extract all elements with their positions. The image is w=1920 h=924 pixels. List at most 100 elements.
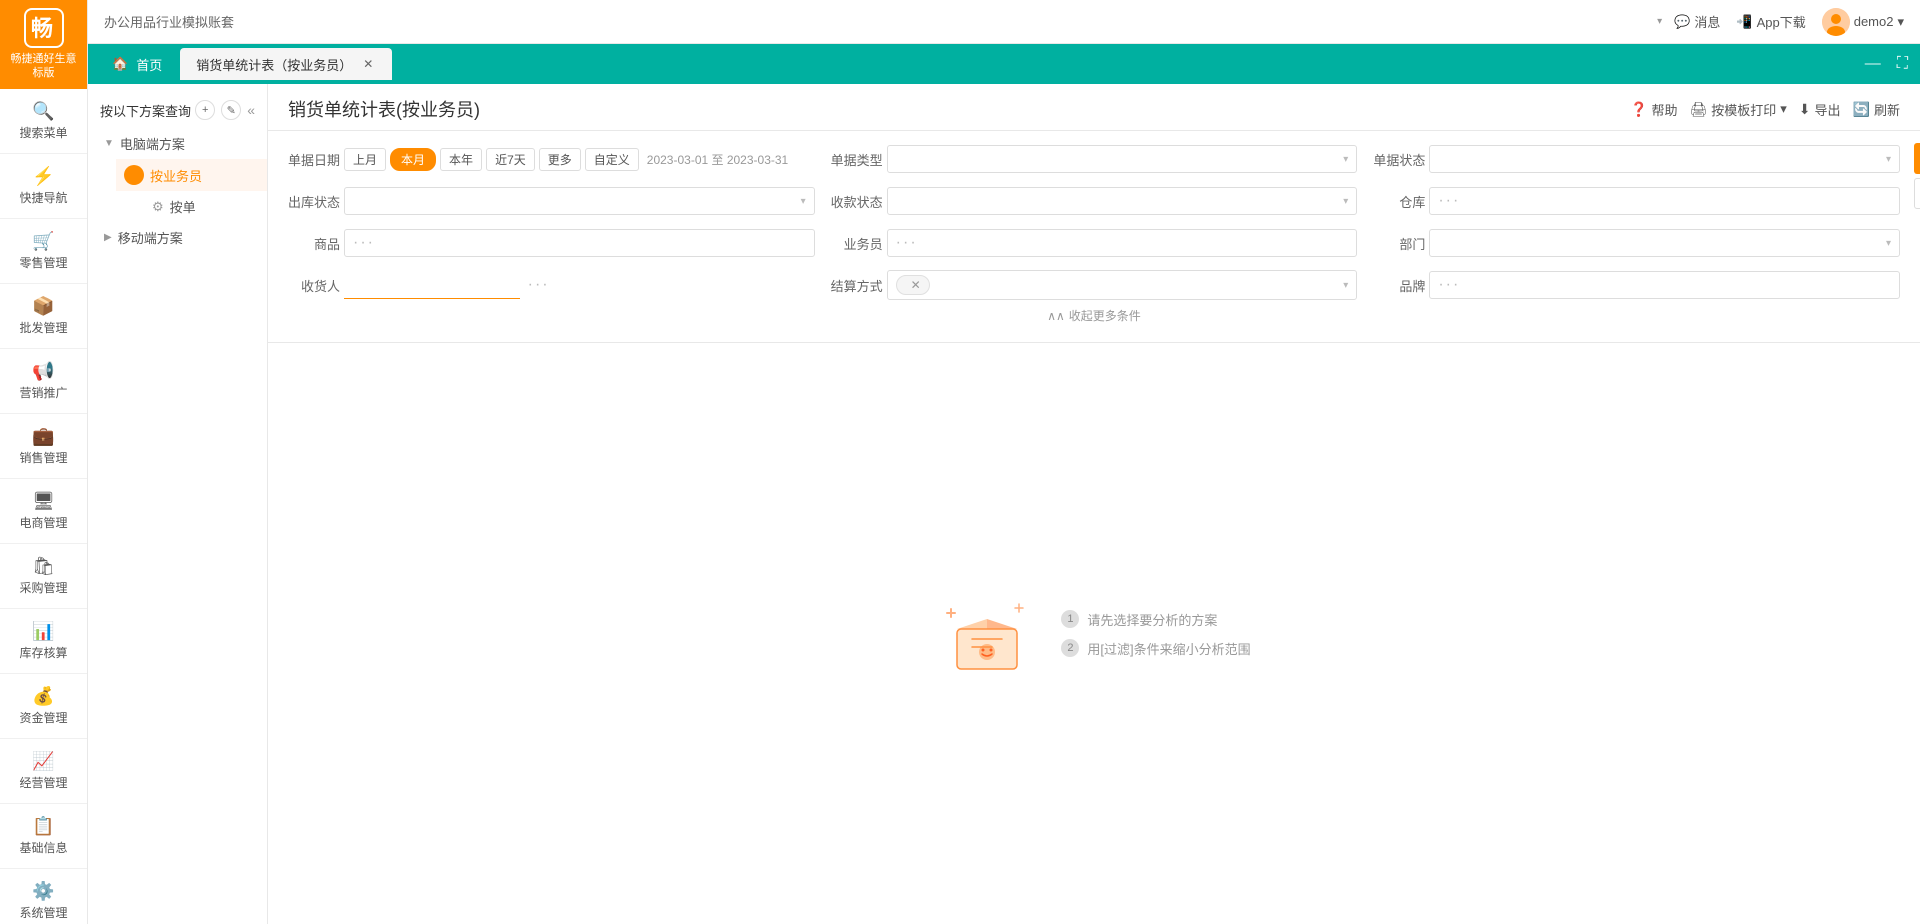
date-btn-this-year[interactable]: 本年	[440, 148, 482, 171]
sidebar-item-finance[interactable]: 💰 资金管理	[0, 674, 87, 739]
payment-method-tag-close[interactable]: ✕	[911, 278, 921, 292]
tree-child-salesperson[interactable]: 按业务员	[116, 159, 267, 191]
doc-type-select[interactable]: ▾	[887, 145, 1358, 173]
sidebar-item-quick-nav[interactable]: ⚡ 快捷导航	[0, 154, 87, 219]
ecom-icon: 🖥	[32, 491, 55, 512]
tab-report-close[interactable]: ✕	[360, 56, 376, 72]
sidebar-item-marketing[interactable]: 📢 营销推广	[0, 349, 87, 414]
payment-method-select[interactable]: ✕ ▾	[887, 270, 1358, 300]
help-action[interactable]: ❓ 帮助	[1630, 100, 1677, 119]
message-action[interactable]: 💬 消息	[1674, 12, 1720, 31]
receiver-dots: ···	[528, 276, 550, 293]
page-title: 销货单统计表(按业务员)	[288, 96, 480, 122]
user-dropdown-arrow: ▾	[1897, 14, 1904, 30]
out-status-label: 出库状态	[288, 192, 340, 211]
logo-area[interactable]: 畅 畅捷通好生意 标版	[0, 0, 87, 89]
out-status-select[interactable]: ▾	[344, 187, 815, 215]
sidebar-item-operations[interactable]: 📈 经营管理	[0, 739, 87, 804]
product-select[interactable]: ···	[344, 229, 815, 257]
tree-item-mobile[interactable]: ▶ 移动端方案	[88, 222, 267, 253]
user-profile[interactable]: demo2 ▾	[1822, 8, 1904, 36]
sales-icon: 💼	[32, 426, 54, 447]
receiver-control: ···	[344, 271, 815, 299]
print-dropdown[interactable]: ▾	[1780, 101, 1787, 117]
sidebar-item-retail-label: 零售管理	[19, 254, 67, 271]
date-label: 单据日期	[288, 150, 340, 169]
filter-item-date: 单据日期 上月 本月 本年 近7天 更多 自定义 2023-03-01 至 20…	[288, 143, 815, 175]
sub-item-icon: ⚙	[152, 199, 164, 215]
tab-maximize-btn[interactable]: ⛶	[1893, 51, 1912, 77]
brand-select[interactable]: ···	[1429, 271, 1900, 299]
warehouse-dots: ···	[1438, 192, 1460, 210]
panel-edit-btn[interactable]: ✎	[221, 100, 241, 120]
message-icon: 💬	[1674, 14, 1690, 30]
filter-row-1: 单据日期 上月 本月 本年 近7天 更多 自定义 2023-03-01 至 20…	[288, 143, 1900, 175]
sidebar: 畅 畅捷通好生意 标版 🔍 搜索菜单 ⚡ 快捷导航 🛒 零售管理 📦 批发管理 …	[0, 0, 88, 924]
marketing-icon: 📢	[32, 361, 54, 382]
sidebar-item-sales[interactable]: 💼 销售管理	[0, 414, 87, 479]
tree-children-desktop: 按业务员 ⚙ 按单	[88, 159, 267, 222]
message-label: 消息	[1694, 12, 1720, 31]
panel-header: 按以下方案查询 + ✎ «	[88, 92, 267, 128]
tree-child-by-order[interactable]: ⚙ 按单	[116, 191, 267, 222]
doc-status-control: ▾	[1429, 145, 1900, 173]
filter-item-warehouse: 仓库 ···	[1373, 185, 1900, 217]
sidebar-item-operations-label: 经营管理	[19, 774, 67, 791]
date-btn-last-month[interactable]: 上月	[344, 148, 386, 171]
brand-dots: ···	[1438, 276, 1460, 294]
app-download-action[interactable]: 📲 App下载	[1736, 12, 1805, 31]
warehouse-select[interactable]: ···	[1429, 187, 1900, 215]
tab-home[interactable]: 🏠 首页	[96, 48, 178, 80]
out-status-arrow: ▾	[801, 196, 806, 207]
refresh-action[interactable]: 🔄 刷新	[1853, 100, 1900, 119]
collapse-btn[interactable]: ∧∧ 收起更多条件	[288, 301, 1900, 330]
tree-item-mobile-label: 移动端方案	[118, 228, 183, 247]
filter-area: 单据日期 上月 本月 本年 近7天 更多 自定义 2023-03-01 至 20…	[268, 131, 1920, 343]
print-action[interactable]: 🖨 按模板打印 ▾	[1689, 100, 1786, 119]
sidebar-item-search[interactable]: 🔍 搜索菜单	[0, 89, 87, 154]
warehouse-label: 仓库	[1373, 192, 1425, 211]
tab-report[interactable]: 销货单统计表（按业务员） ✕	[180, 48, 392, 80]
date-btn-this-month[interactable]: 本月	[390, 148, 436, 171]
department-select[interactable]: ▾	[1429, 229, 1900, 257]
user-name: demo2	[1854, 14, 1894, 29]
page-header: 销货单统计表(按业务员) ❓ 帮助 🖨 按模板打印 ▾ ⬇ 导出	[268, 84, 1920, 131]
payment-status-select[interactable]: ▾	[887, 187, 1358, 215]
filter-item-department: 部门 ▾	[1373, 227, 1900, 259]
setting-button[interactable]: 设置	[1914, 178, 1920, 209]
product-control: ···	[344, 229, 815, 257]
sidebar-item-basic-info[interactable]: 📋 基础信息	[0, 804, 87, 869]
topbar-dropdown-arrow[interactable]: ▾	[1657, 16, 1662, 27]
sidebar-item-retail[interactable]: 🛒 零售管理	[0, 219, 87, 284]
page-header-actions: ❓ 帮助 🖨 按模板打印 ▾ ⬇ 导出 🔄 刷新	[1630, 100, 1900, 119]
sidebar-item-purchase[interactable]: 🛍 采购管理	[0, 544, 87, 609]
tab-minimize-btn[interactable]: —	[1861, 51, 1885, 77]
date-btn-custom[interactable]: 自定义	[585, 148, 639, 171]
doc-status-select[interactable]: ▾	[1429, 145, 1900, 173]
receiver-label: 收货人	[288, 276, 340, 295]
tree-child-by-order-label: 按单	[170, 197, 196, 216]
export-action[interactable]: ⬇ 导出	[1799, 100, 1841, 119]
receiver-input[interactable]	[344, 271, 520, 299]
date-btn-7days[interactable]: 近7天	[486, 148, 535, 171]
panel-header-title: 按以下方案查询	[100, 101, 191, 120]
sidebar-item-system[interactable]: ⚙️ 系统管理	[0, 869, 87, 924]
finance-icon: 💰	[32, 686, 54, 707]
refresh-icon: 🔄	[1853, 101, 1870, 118]
sidebar-item-marketing-label: 营销推广	[19, 384, 67, 401]
tabbar: 🏠 首页 销货单统计表（按业务员） ✕ — ⛶	[88, 44, 1920, 84]
sidebar-item-quick-nav-label: 快捷导航	[19, 189, 67, 206]
tree-item-desktop[interactable]: ▼ 电脑端方案	[88, 128, 267, 159]
panel-add-btn[interactable]: +	[195, 100, 215, 120]
sidebar-item-inventory[interactable]: 📊 库存核算	[0, 609, 87, 674]
sidebar-item-ecom-label: 电商管理	[19, 514, 67, 531]
sidebar-item-ecom[interactable]: 🖥 电商管理	[0, 479, 87, 544]
tree-child-salesperson-label: 按业务员	[150, 166, 202, 185]
query-button[interactable]: 查询	[1914, 143, 1920, 174]
date-btn-more[interactable]: 更多	[539, 148, 581, 171]
salesperson-select[interactable]: ···	[887, 229, 1358, 257]
active-indicator	[124, 165, 144, 185]
sidebar-item-wholesale[interactable]: 📦 批发管理	[0, 284, 87, 349]
step-2-num: 2	[1061, 639, 1079, 657]
panel-collapse-btn[interactable]: «	[247, 102, 255, 118]
